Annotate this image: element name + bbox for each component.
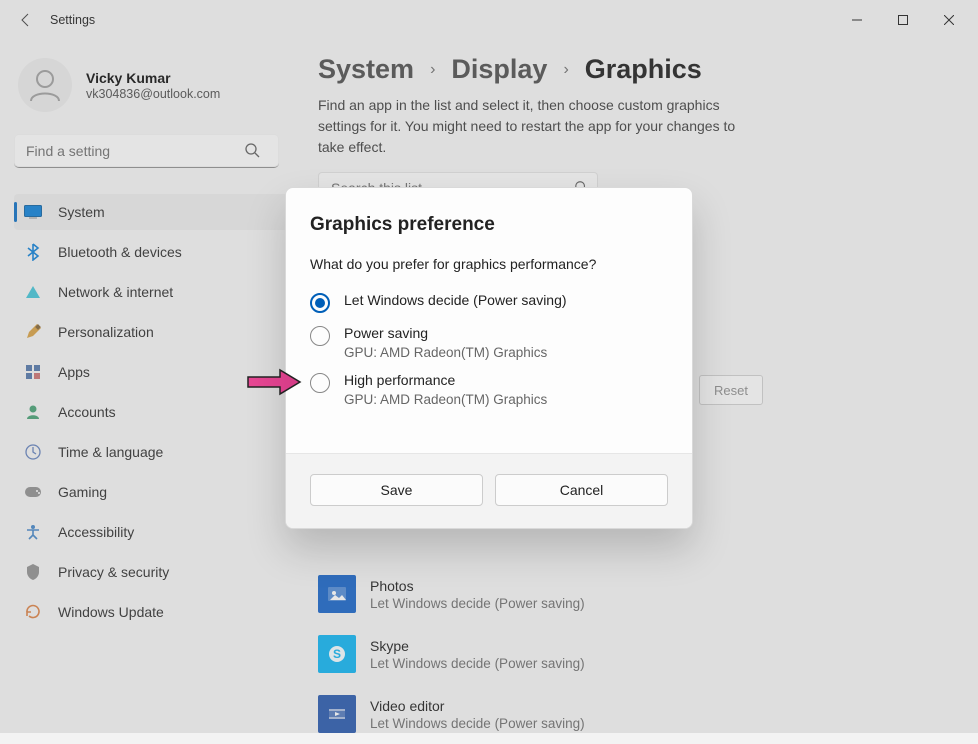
graphics-preference-dialog: Graphics preference What do you prefer f…	[285, 187, 693, 529]
radio-sub: GPU: AMD Radeon(TM) Graphics	[344, 345, 547, 360]
dialog-title: Graphics preference	[310, 214, 668, 236]
radio-label: Power saving	[344, 325, 547, 341]
radio-icon	[310, 326, 330, 346]
dialog-footer: Save Cancel	[286, 453, 692, 528]
save-button[interactable]: Save	[310, 474, 483, 506]
radio-icon	[310, 293, 330, 313]
radio-let-windows-decide[interactable]: Let Windows decide (Power saving)	[310, 288, 668, 321]
radio-label: High performance	[344, 372, 547, 388]
radio-icon	[310, 373, 330, 393]
radio-sub: GPU: AMD Radeon(TM) Graphics	[344, 392, 547, 407]
radio-label: Let Windows decide (Power saving)	[344, 292, 567, 308]
radio-power-saving[interactable]: Power saving GPU: AMD Radeon(TM) Graphic…	[310, 321, 668, 368]
cancel-button[interactable]: Cancel	[495, 474, 668, 506]
dialog-question: What do you prefer for graphics performa…	[310, 256, 668, 272]
radio-high-performance[interactable]: High performance GPU: AMD Radeon(TM) Gra…	[310, 368, 668, 415]
